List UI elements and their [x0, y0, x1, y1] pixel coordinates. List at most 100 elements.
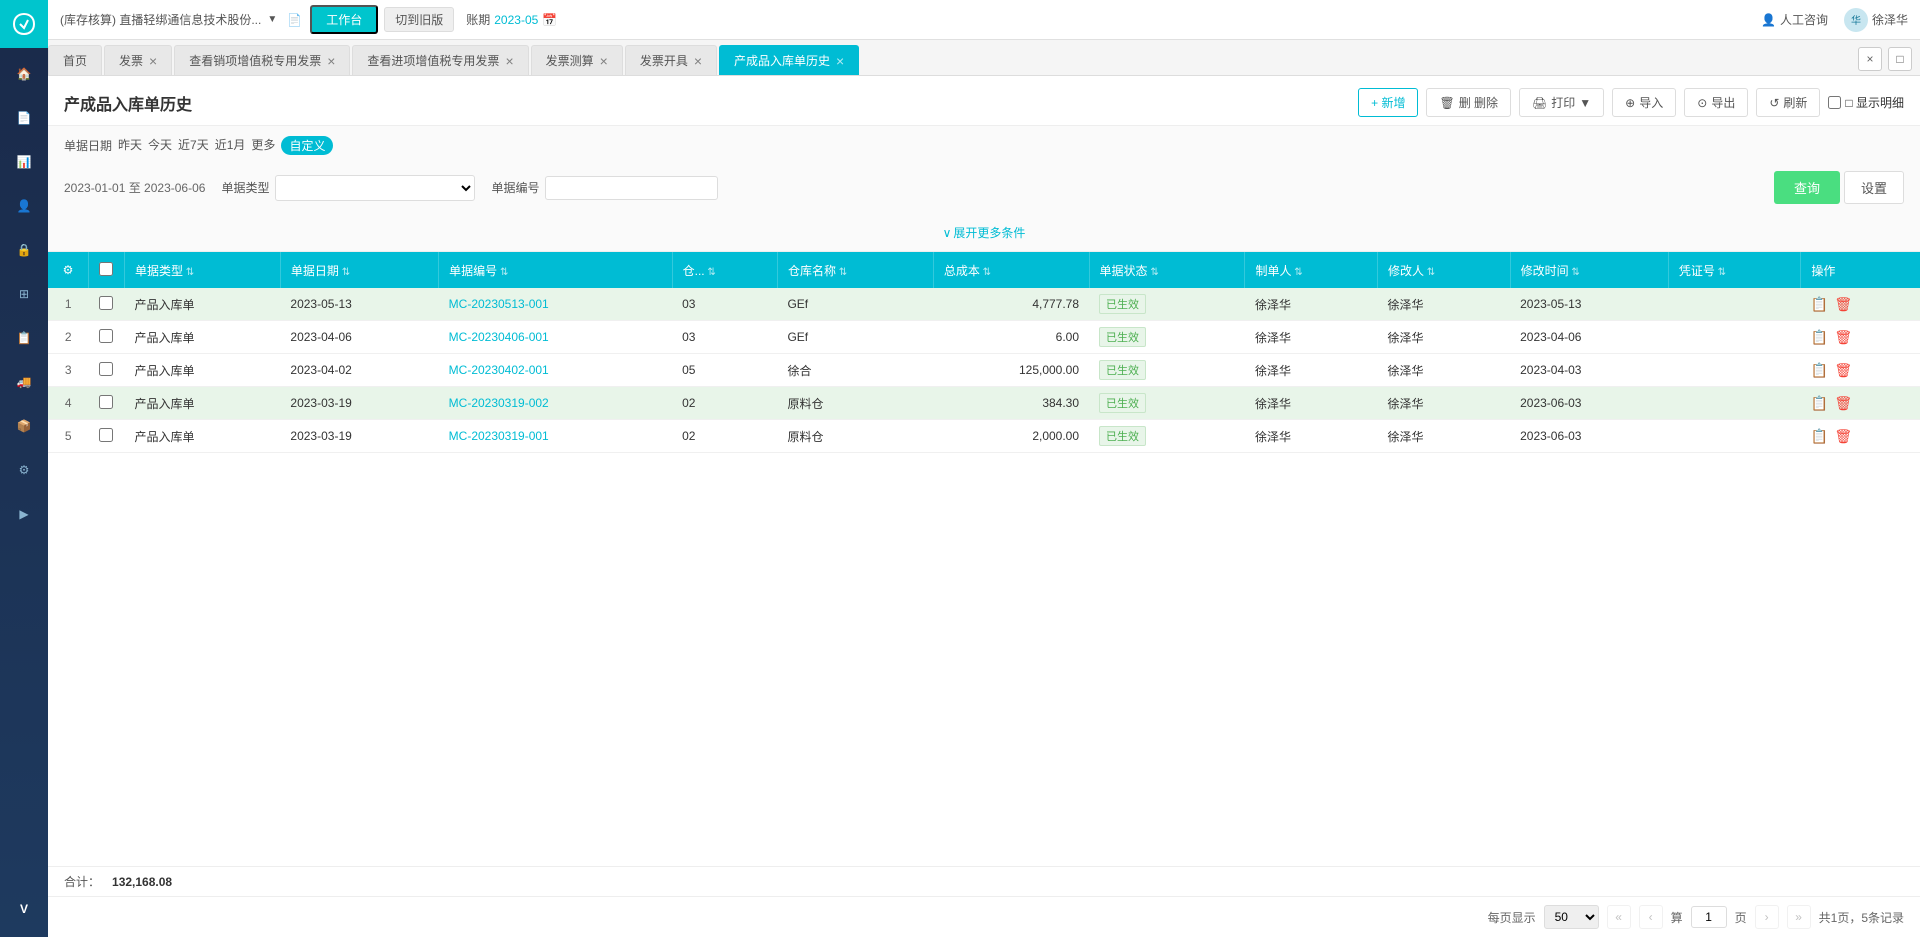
tab-invoices-close[interactable]: × [149, 54, 157, 68]
row-edit-icon[interactable]: 📋 [1811, 428, 1828, 445]
set-button[interactable]: 设置 [1844, 171, 1904, 204]
row-checkbox[interactable] [99, 296, 113, 310]
switch-version-button[interactable]: 切到旧版 [384, 7, 454, 32]
refresh-button[interactable]: ↺ 刷新 [1756, 88, 1820, 117]
sidebar-item-gear[interactable]: ⚙ [4, 450, 44, 490]
row-voucher [1668, 288, 1801, 321]
show-detail-checkbox[interactable] [1828, 96, 1841, 109]
import-button[interactable]: ⊕ 导入 [1612, 88, 1676, 117]
prev-page-button[interactable]: ‹ [1639, 905, 1663, 929]
row-modify-time: 2023-04-06 [1510, 321, 1668, 354]
helper-button[interactable]: 👤 人工咨询 [1761, 11, 1828, 28]
last-page-button[interactable]: » [1787, 905, 1811, 929]
sidebar-item-v[interactable]: V [4, 889, 44, 929]
first-page-button[interactable]: « [1607, 905, 1631, 929]
tab-invoice-open-close[interactable]: × [694, 54, 702, 68]
row-delete-icon[interactable]: 🗑 [1834, 296, 1852, 313]
tab-invoice-calc-close[interactable]: × [600, 54, 608, 68]
row-delete-icon[interactable]: 🗑 [1834, 428, 1852, 445]
sidebar-item-lock[interactable]: 🔒 [4, 230, 44, 270]
next-page-button[interactable]: › [1755, 905, 1779, 929]
tab-query-sales-vat[interactable]: 查看销项增值税专用发票 × [174, 45, 350, 75]
sidebar-item-clipboard[interactable]: 📋 [4, 318, 44, 358]
row-checkbox[interactable] [99, 428, 113, 442]
tab-product-inbound-close[interactable]: × [836, 54, 844, 68]
row-checkbox[interactable] [99, 329, 113, 343]
show-detail-checkbox-label[interactable]: □ 显示明细 [1828, 94, 1904, 111]
tab-purchase-vat-close[interactable]: × [505, 54, 513, 68]
th-checkbox[interactable] [89, 252, 125, 288]
th-modify-time[interactable]: 修改时间 [1510, 252, 1668, 288]
date-option-custom[interactable]: 自定义 [281, 136, 333, 155]
row-checkbox[interactable] [99, 395, 113, 409]
tab-product-inbound[interactable]: 产成品入库单历史 × [719, 45, 859, 75]
date-option-7days[interactable]: 近7天 [178, 136, 209, 155]
tab-invoice-calc[interactable]: 发票测算 × [531, 45, 623, 75]
workspace-button[interactable]: 工作台 [310, 5, 378, 34]
sidebar-item-document[interactable]: 📄 [4, 98, 44, 138]
date-option-yesterday[interactable]: 昨天 [118, 136, 142, 155]
sidebar-item-grid[interactable]: ⊞ [4, 274, 44, 314]
tab-query-purchase-vat[interactable]: 查看进项增值税专用发票 × [352, 45, 528, 75]
row-number: MC-20230513-001 [439, 288, 672, 321]
row-number-link[interactable]: MC-20230319-002 [449, 396, 549, 410]
th-date[interactable]: 单据日期 [280, 252, 438, 288]
row-edit-icon[interactable]: 📋 [1811, 395, 1828, 412]
th-modifier[interactable]: 修改人 [1378, 252, 1511, 288]
tabbar-actions: × □ [1858, 47, 1920, 75]
select-all-checkbox[interactable] [99, 262, 113, 276]
th-voucher[interactable]: 凭证号 [1668, 252, 1801, 288]
row-number-link[interactable]: MC-20230406-001 [449, 330, 549, 344]
sidebar-item-person[interactable]: 👤 [4, 186, 44, 226]
row-number-link[interactable]: MC-20230513-001 [449, 297, 549, 311]
date-option-more[interactable]: 更多 [251, 136, 275, 155]
page-number-input[interactable] [1691, 906, 1727, 928]
th-warehouse-name[interactable]: 仓库名称 [777, 252, 933, 288]
th-total-cost[interactable]: 总成本 [933, 252, 1089, 288]
row-edit-icon[interactable]: 📋 [1811, 362, 1828, 379]
row-creator: 徐泽华 [1245, 420, 1378, 453]
row-actions: 📋 🗑 [1801, 420, 1920, 453]
row-edit-icon[interactable]: 📋 [1811, 329, 1828, 346]
tab-home[interactable]: 首页 [48, 45, 102, 75]
date-option-today[interactable]: 今天 [148, 136, 172, 155]
export-button[interactable]: ⊙ 导出 [1684, 88, 1748, 117]
row-delete-icon[interactable]: 🗑 [1834, 395, 1852, 412]
th-number[interactable]: 单据编号 [439, 252, 672, 288]
tab-sales-vat-close[interactable]: × [327, 54, 335, 68]
th-status[interactable]: 单据状态 [1089, 252, 1245, 288]
row-delete-icon[interactable]: 🗑 [1834, 329, 1852, 346]
th-warehouse-code[interactable]: 仓... [672, 252, 777, 288]
tab-invoice-open[interactable]: 发票开具 × [625, 45, 717, 75]
sidebar-item-box[interactable]: 📦 [4, 406, 44, 446]
sidebar-item-play[interactable]: ▶ [4, 494, 44, 534]
table-container: ⚙ 单据类型 单据日期 单据编号 仓... 仓库名称 总成本 单据状态 制单人 [48, 252, 1920, 866]
sidebar-item-home[interactable]: 🏠 [4, 54, 44, 94]
expand-filter-button[interactable]: ∨ 展开更多条件 [943, 224, 1026, 241]
print-button[interactable]: 🖨 打印 ▼ [1519, 88, 1604, 117]
row-number-link[interactable]: MC-20230402-001 [449, 363, 549, 377]
th-creator[interactable]: 制单人 [1245, 252, 1378, 288]
date-option-1month[interactable]: 近1月 [215, 136, 246, 155]
user-name: 徐泽华 [1872, 11, 1908, 28]
row-edit-icon[interactable]: 📋 [1811, 296, 1828, 313]
settings-gear-icon[interactable]: ⚙ [58, 260, 78, 280]
row-number-link[interactable]: MC-20230319-001 [449, 429, 549, 443]
tab-close-all-button[interactable]: × [1858, 47, 1882, 71]
tab-expand-button[interactable]: □ [1888, 47, 1912, 71]
type-filter-select[interactable] [275, 175, 475, 201]
th-settings[interactable]: ⚙ [48, 252, 89, 288]
new-button[interactable]: + 新增 [1358, 88, 1418, 117]
query-button[interactable]: 查询 [1774, 171, 1840, 204]
per-page-select[interactable]: 10 20 50 100 [1544, 905, 1599, 929]
tab-invoices[interactable]: 发票 × [104, 45, 172, 75]
delete-button[interactable]: 🗑 删 删除 [1426, 88, 1511, 117]
number-filter-input[interactable] [545, 176, 718, 200]
row-checkbox[interactable] [99, 362, 113, 376]
th-type[interactable]: 单据类型 [125, 252, 281, 288]
helper-icon: 👤 [1761, 13, 1776, 27]
sidebar-item-truck[interactable]: 🚚 [4, 362, 44, 402]
sidebar-item-chart[interactable]: 📊 [4, 142, 44, 182]
row-delete-icon[interactable]: 🗑 [1834, 362, 1852, 379]
user-menu[interactable]: 华 徐泽华 [1844, 8, 1908, 32]
